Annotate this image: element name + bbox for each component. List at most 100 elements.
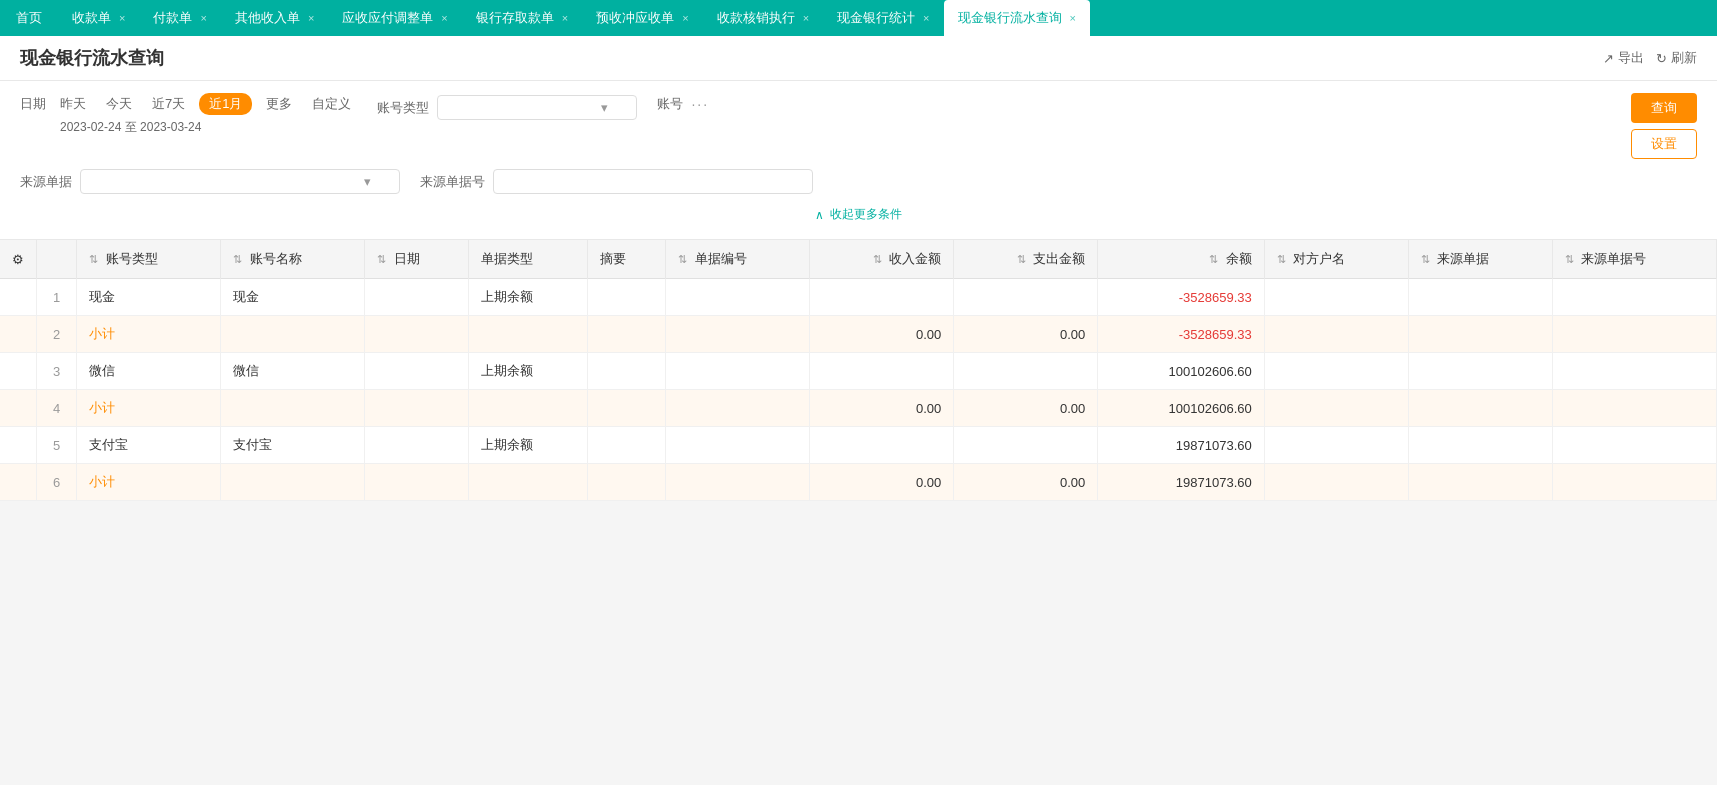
col-header-income[interactable]: ⇅ 收入金额 — [810, 240, 954, 279]
row-counterparty-0 — [1264, 279, 1408, 316]
col-header-source-doc[interactable]: ⇅ 来源单据 — [1408, 240, 1552, 279]
nav-tab-bank-deposit[interactable]: 银行存取款单 × — [462, 0, 582, 36]
nav-tab-bank-flow[interactable]: 现金银行流水查询 × — [944, 0, 1090, 36]
page-title: 现金银行流水查询 — [20, 46, 164, 70]
col-header-source-doc-no[interactable]: ⇅ 来源单据号 — [1552, 240, 1716, 279]
row-source-doc-no-1 — [1552, 316, 1716, 353]
close-other-income-icon[interactable]: × — [308, 0, 314, 36]
account-more-btn[interactable]: ··· — [691, 96, 709, 112]
row-account-name-0: 现金 — [221, 279, 365, 316]
row-date-3 — [365, 390, 469, 427]
row-expense-5: 0.00 — [954, 464, 1098, 501]
table-body: 1 现金 现金 上期余额 -3528659.33 2 小计 0.00 0.00 … — [0, 279, 1717, 501]
row-num-1: 2 — [37, 316, 77, 353]
source-doc-no-input[interactable] — [493, 169, 813, 194]
row-gear-2 — [0, 353, 37, 390]
export-button[interactable]: ↗ 导出 — [1603, 49, 1644, 67]
row-source-doc-3 — [1408, 390, 1552, 427]
col-header-summary: 摘要 — [587, 240, 665, 279]
collapse-bar[interactable]: ∧ 收起更多条件 — [20, 202, 1697, 227]
row-date-2 — [365, 353, 469, 390]
row-counterparty-1 — [1264, 316, 1408, 353]
refresh-button[interactable]: ↻ 刷新 — [1656, 49, 1697, 67]
row-num-4: 5 — [37, 427, 77, 464]
source-doc-label: 来源单据 — [20, 173, 72, 191]
row-source-doc-1 — [1408, 316, 1552, 353]
nav-tab-payments[interactable]: 付款单 × — [139, 0, 220, 36]
row-income-3: 0.00 — [810, 390, 954, 427]
col-header-account-type[interactable]: ⇅ 账号类型 — [77, 240, 221, 279]
source-doc-select[interactable]: ▾ — [80, 169, 400, 194]
settings-button[interactable]: 设置 — [1631, 129, 1697, 159]
close-receipts-icon[interactable]: × — [119, 0, 125, 36]
date-opt-1month[interactable]: 近1月 — [199, 93, 252, 115]
row-balance-2: 100102606.60 — [1098, 353, 1264, 390]
top-navigation: 首页 收款单 × 付款单 × 其他收入单 × 应收应付调整单 × 银行存取款单 … — [0, 0, 1717, 36]
row-expense-1: 0.00 — [954, 316, 1098, 353]
row-doc-type-4: 上期余额 — [469, 427, 587, 464]
row-summary-1 — [587, 316, 665, 353]
row-account-type-2: 微信 — [77, 353, 221, 390]
row-doc-no-4 — [666, 427, 810, 464]
date-opt-7days[interactable]: 近7天 — [146, 93, 191, 115]
nav-tab-ar-adjust[interactable]: 应收应付调整单 × — [328, 0, 461, 36]
row-income-4 — [810, 427, 954, 464]
date-opt-yesterday[interactable]: 昨天 — [54, 93, 92, 115]
date-opt-more[interactable]: 更多 — [260, 93, 298, 115]
table-row: 5 支付宝 支付宝 上期余额 19871073.60 — [0, 427, 1717, 464]
col-header-balance[interactable]: ⇅ 余额 — [1098, 240, 1264, 279]
nav-tab-bank-stats[interactable]: 现金银行统计 × — [823, 0, 943, 36]
row-doc-type-1 — [469, 316, 587, 353]
close-bank-deposit-icon[interactable]: × — [562, 0, 568, 36]
row-gear-5 — [0, 464, 37, 501]
close-bank-flow-icon[interactable]: × — [1070, 0, 1076, 36]
row-doc-type-3 — [469, 390, 587, 427]
col-header-doc-no[interactable]: ⇅ 单据编号 — [666, 240, 810, 279]
col-header-account-name[interactable]: ⇅ 账号名称 — [221, 240, 365, 279]
sort-expense-icon: ⇅ — [1017, 253, 1026, 265]
close-bank-stats-icon[interactable]: × — [923, 0, 929, 36]
date-opt-custom[interactable]: 自定义 — [306, 93, 357, 115]
close-payments-icon[interactable]: × — [200, 0, 206, 36]
row-income-5: 0.00 — [810, 464, 954, 501]
close-ar-adjust-icon[interactable]: × — [441, 0, 447, 36]
account-label: 账号 — [657, 95, 683, 113]
col-header-num — [37, 240, 77, 279]
row-gear-4 — [0, 427, 37, 464]
row-expense-3: 0.00 — [954, 390, 1098, 427]
row-date-5 — [365, 464, 469, 501]
close-writeoff-icon[interactable]: × — [803, 0, 809, 36]
nav-home[interactable]: 首页 — [0, 0, 58, 36]
row-source-doc-no-4 — [1552, 427, 1716, 464]
nav-tab-prepay[interactable]: 预收冲应收单 × — [582, 0, 702, 36]
table-row: 4 小计 0.00 0.00 100102606.60 — [0, 390, 1717, 427]
row-num-0: 1 — [37, 279, 77, 316]
col-header-expense[interactable]: ⇅ 支出金额 — [954, 240, 1098, 279]
date-range-display: 2023-02-24 至 2023-03-24 — [60, 120, 201, 134]
row-counterparty-2 — [1264, 353, 1408, 390]
nav-tab-other-income[interactable]: 其他收入单 × — [221, 0, 328, 36]
row-account-type-5: 小计 — [77, 464, 221, 501]
row-account-type-1: 小计 — [77, 316, 221, 353]
account-type-select[interactable]: ▾ — [437, 95, 637, 120]
query-button[interactable]: 查询 — [1631, 93, 1697, 123]
refresh-icon: ↻ — [1656, 51, 1667, 66]
row-account-name-3 — [221, 390, 365, 427]
row-summary-4 — [587, 427, 665, 464]
col-header-counterparty[interactable]: ⇅ 对方户名 — [1264, 240, 1408, 279]
row-source-doc-no-2 — [1552, 353, 1716, 390]
close-prepay-icon[interactable]: × — [682, 0, 688, 36]
sort-income-icon: ⇅ — [873, 253, 882, 265]
row-doc-type-2: 上期余额 — [469, 353, 587, 390]
col-header-gear[interactable]: ⚙ — [0, 240, 37, 279]
export-icon: ↗ — [1603, 51, 1614, 66]
nav-tab-writeoff[interactable]: 收款核销执行 × — [703, 0, 823, 36]
col-header-date[interactable]: ⇅ 日期 — [365, 240, 469, 279]
row-date-1 — [365, 316, 469, 353]
account-type-label: 账号类型 — [377, 99, 429, 117]
table-row: 3 微信 微信 上期余额 100102606.60 — [0, 353, 1717, 390]
date-opt-today[interactable]: 今天 — [100, 93, 138, 115]
nav-tab-receipts[interactable]: 收款单 × — [58, 0, 139, 36]
row-balance-0: -3528659.33 — [1098, 279, 1264, 316]
source-doc-dropdown-icon: ▾ — [364, 174, 371, 189]
